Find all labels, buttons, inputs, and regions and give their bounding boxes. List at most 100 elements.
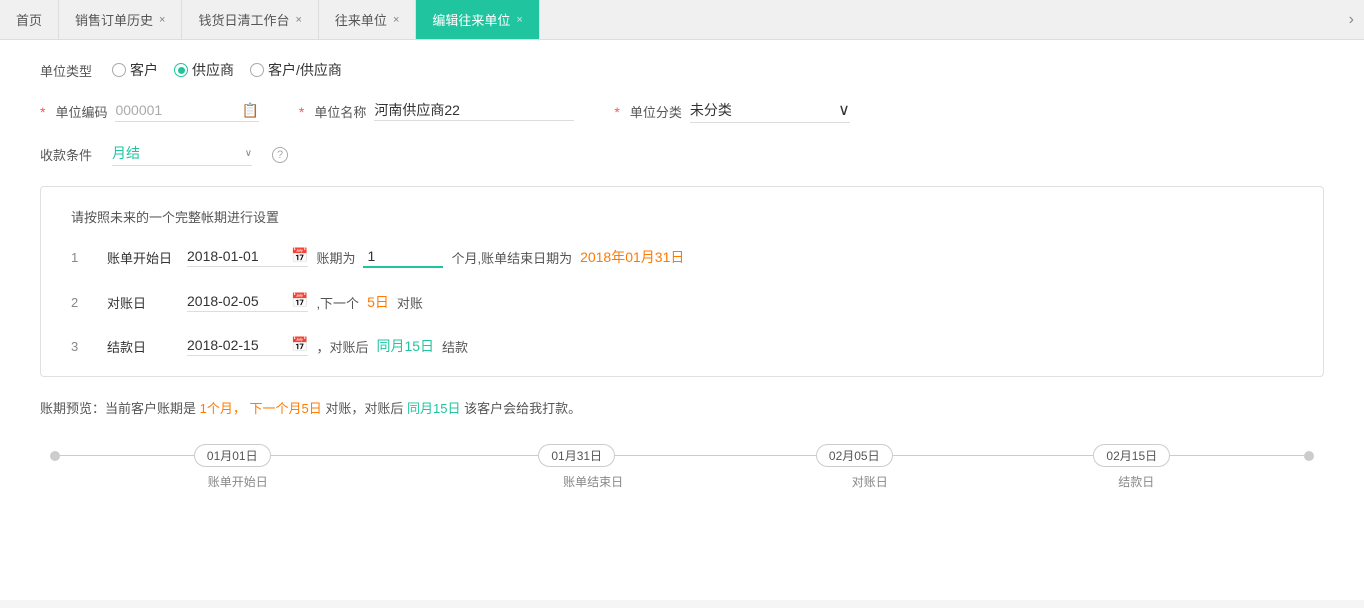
radio-customer-label: 客户 <box>130 60 158 80</box>
step-2-content: 📅 ,下一个 5日 对账 <box>187 292 1293 312</box>
help-icon[interactable]: ? <box>272 147 288 163</box>
tab-partner-unit[interactable]: 往来单位 × <box>319 0 416 39</box>
timeline-line-4 <box>893 455 1094 456</box>
step-3-num: 3 <box>71 339 107 354</box>
tab-bar: 首页 销售订单历史 × 钱货日清工作台 × 往来单位 × 编辑往来单位 × › <box>0 0 1364 40</box>
timeline-label-4: 结款日 <box>1106 473 1166 490</box>
step-2-day-highlight: 5日 <box>367 292 389 312</box>
classify-arrow-icon: ∨ <box>838 100 850 120</box>
unit-code-wrap: 📋 <box>115 102 258 122</box>
timeline-line-2 <box>271 455 539 456</box>
step-3-date-wrap: 📅 <box>187 336 308 356</box>
unit-classify-label: 单位分类 <box>630 102 682 121</box>
radio-supplier[interactable]: 供应商 <box>174 60 234 80</box>
timeline-badge-3: 02月05日 <box>816 444 893 467</box>
step-1-calendar-icon[interactable]: 📅 <box>291 247 308 264</box>
tab-edit-partner[interactable]: 编辑往来单位 × <box>416 0 539 39</box>
step-1-suffix-after: 个月,账单结束日期为 <box>451 248 572 267</box>
timeline-labels: 账单开始日 账单结束日 对账日 结款日 <box>40 467 1324 490</box>
unit-classify-required: * <box>614 104 619 120</box>
unit-name-label: 单位名称 <box>314 102 366 121</box>
unit-type-radio-group: 客户 供应商 客户/供应商 <box>112 60 342 80</box>
tab-cash-work[interactable]: 钱货日清工作台 × <box>182 0 318 39</box>
step-2-num: 2 <box>71 295 107 310</box>
step-2-suffix: 对账 <box>397 293 423 312</box>
unit-classify-dropdown[interactable]: 未分类 ∨ <box>690 100 850 123</box>
unit-name-required: * <box>299 104 304 120</box>
tab-sales-order[interactable]: 销售订单历史 × <box>59 0 182 39</box>
preview-part1: 1个月， <box>200 401 246 416</box>
preview-mid: 对账，对账后 <box>325 401 403 416</box>
step-1-num: 1 <box>71 250 107 265</box>
unit-code-label: 单位编码 <box>55 102 107 121</box>
unit-code-copy-icon[interactable]: 📋 <box>241 102 258 119</box>
tab-cash-work-close[interactable]: × <box>295 14 301 26</box>
step-3-content: 📅 ，对账后 同月15日 结款 <box>187 336 1293 356</box>
step-3-date-input[interactable] <box>187 337 287 353</box>
timeline-label-1: 账单开始日 <box>198 473 278 490</box>
tab-edit-partner-label: 编辑往来单位 <box>432 10 510 29</box>
step-2-date-wrap: 📅 <box>187 292 308 312</box>
step-1-suffix-before: 账期为 <box>316 248 355 267</box>
step-3-suffix: 结款 <box>442 337 468 356</box>
unit-info-row: * 单位编码 📋 * 单位名称 * 单位分类 未分类 ∨ <box>40 100 1324 123</box>
months-input[interactable] <box>363 246 443 268</box>
step-1-date-input[interactable] <box>187 248 287 264</box>
tab-edit-partner-close[interactable]: × <box>516 14 522 26</box>
tab-partner-unit-close[interactable]: × <box>393 14 399 26</box>
payment-terms-row: 收款条件 月结 ∨ ? <box>40 143 1324 166</box>
period-settings-section: 请按照未来的一个完整帐期进行设置 1 账单开始日 📅 账期为 个月,账单结束日期… <box>40 186 1324 377</box>
tab-cash-work-label: 钱货日清工作台 <box>198 10 289 29</box>
radio-customer[interactable]: 客户 <box>112 60 158 80</box>
radio-supplier-label: 供应商 <box>192 60 234 80</box>
timeline-start-dot <box>50 451 60 461</box>
unit-code-required: * <box>40 104 45 120</box>
payment-terms-value: 月结 <box>112 143 241 163</box>
tab-more-button[interactable]: › <box>1339 11 1364 29</box>
payment-terms-arrow-icon: ∨ <box>245 148 252 159</box>
timeline-badge-1: 01月01日 <box>194 444 271 467</box>
section-title: 请按照未来的一个完整帐期进行设置 <box>71 207 1293 226</box>
step-1-end-date: 2018年01月31日 <box>580 247 684 267</box>
unit-type-label: 单位类型 <box>40 61 92 80</box>
timeline-label-2: 账单结束日 <box>553 473 633 490</box>
main-content: 单位类型 客户 供应商 客户/供应商 * 单位编码 📋 <box>0 40 1364 600</box>
step-1-date-wrap: 📅 <box>187 247 308 267</box>
timeline-line-3 <box>615 455 816 456</box>
payment-terms-dropdown[interactable]: 月结 ∨ <box>112 143 252 166</box>
preview-part3: 同月15日 <box>407 401 460 416</box>
timeline-badge-2: 01月31日 <box>538 444 615 467</box>
timeline-end-dot <box>1304 451 1314 461</box>
timeline-node-4: 02月15日 <box>1093 444 1170 467</box>
radio-both-circle <box>250 63 264 77</box>
unit-type-row: 单位类型 客户 供应商 客户/供应商 <box>40 60 1324 80</box>
timeline-node-1: 01月01日 <box>194 444 271 467</box>
preview-end: 该客户会给我打款。 <box>464 401 581 416</box>
timeline-badge-4: 02月15日 <box>1093 444 1170 467</box>
step-1-content: 📅 账期为 个月,账单结束日期为 2018年01月31日 <box>187 246 1293 268</box>
tab-sales-order-close[interactable]: × <box>159 14 165 26</box>
tab-home[interactable]: 首页 <box>0 0 59 39</box>
step-3-day-highlight: 同月15日 <box>376 336 434 356</box>
tab-partner-unit-label: 往来单位 <box>335 10 387 29</box>
step-3-label: 结款日 <box>107 337 187 356</box>
step-2-date-input[interactable] <box>187 293 287 309</box>
step-2-label: 对账日 <box>107 293 187 312</box>
timeline-line-1 <box>60 455 194 456</box>
timeline-node-2: 01月31日 <box>538 444 615 467</box>
step-3-calendar-icon[interactable]: 📅 <box>291 336 308 353</box>
payment-terms-label: 收款条件 <box>40 145 92 164</box>
timeline-line-5 <box>1170 455 1304 456</box>
unit-code-input[interactable] <box>115 102 235 118</box>
timeline: 01月01日 01月31日 02月05日 02月15日 <box>40 444 1324 467</box>
step-3-row: 3 结款日 📅 ，对账后 同月15日 结款 <box>71 336 1293 356</box>
step-2-row: 2 对账日 📅 ,下一个 5日 对账 <box>71 292 1293 312</box>
preview-part2: 下一个月5日 <box>250 401 322 416</box>
radio-both[interactable]: 客户/供应商 <box>250 60 342 80</box>
unit-name-input[interactable] <box>374 102 574 118</box>
step-2-calendar-icon[interactable]: 📅 <box>291 292 308 309</box>
step-1-label: 账单开始日 <box>107 248 187 267</box>
step-1-row: 1 账单开始日 📅 账期为 个月,账单结束日期为 2018年01月31日 <box>71 246 1293 268</box>
step-2-prefix: ,下一个 <box>316 293 359 312</box>
radio-customer-circle <box>112 63 126 77</box>
